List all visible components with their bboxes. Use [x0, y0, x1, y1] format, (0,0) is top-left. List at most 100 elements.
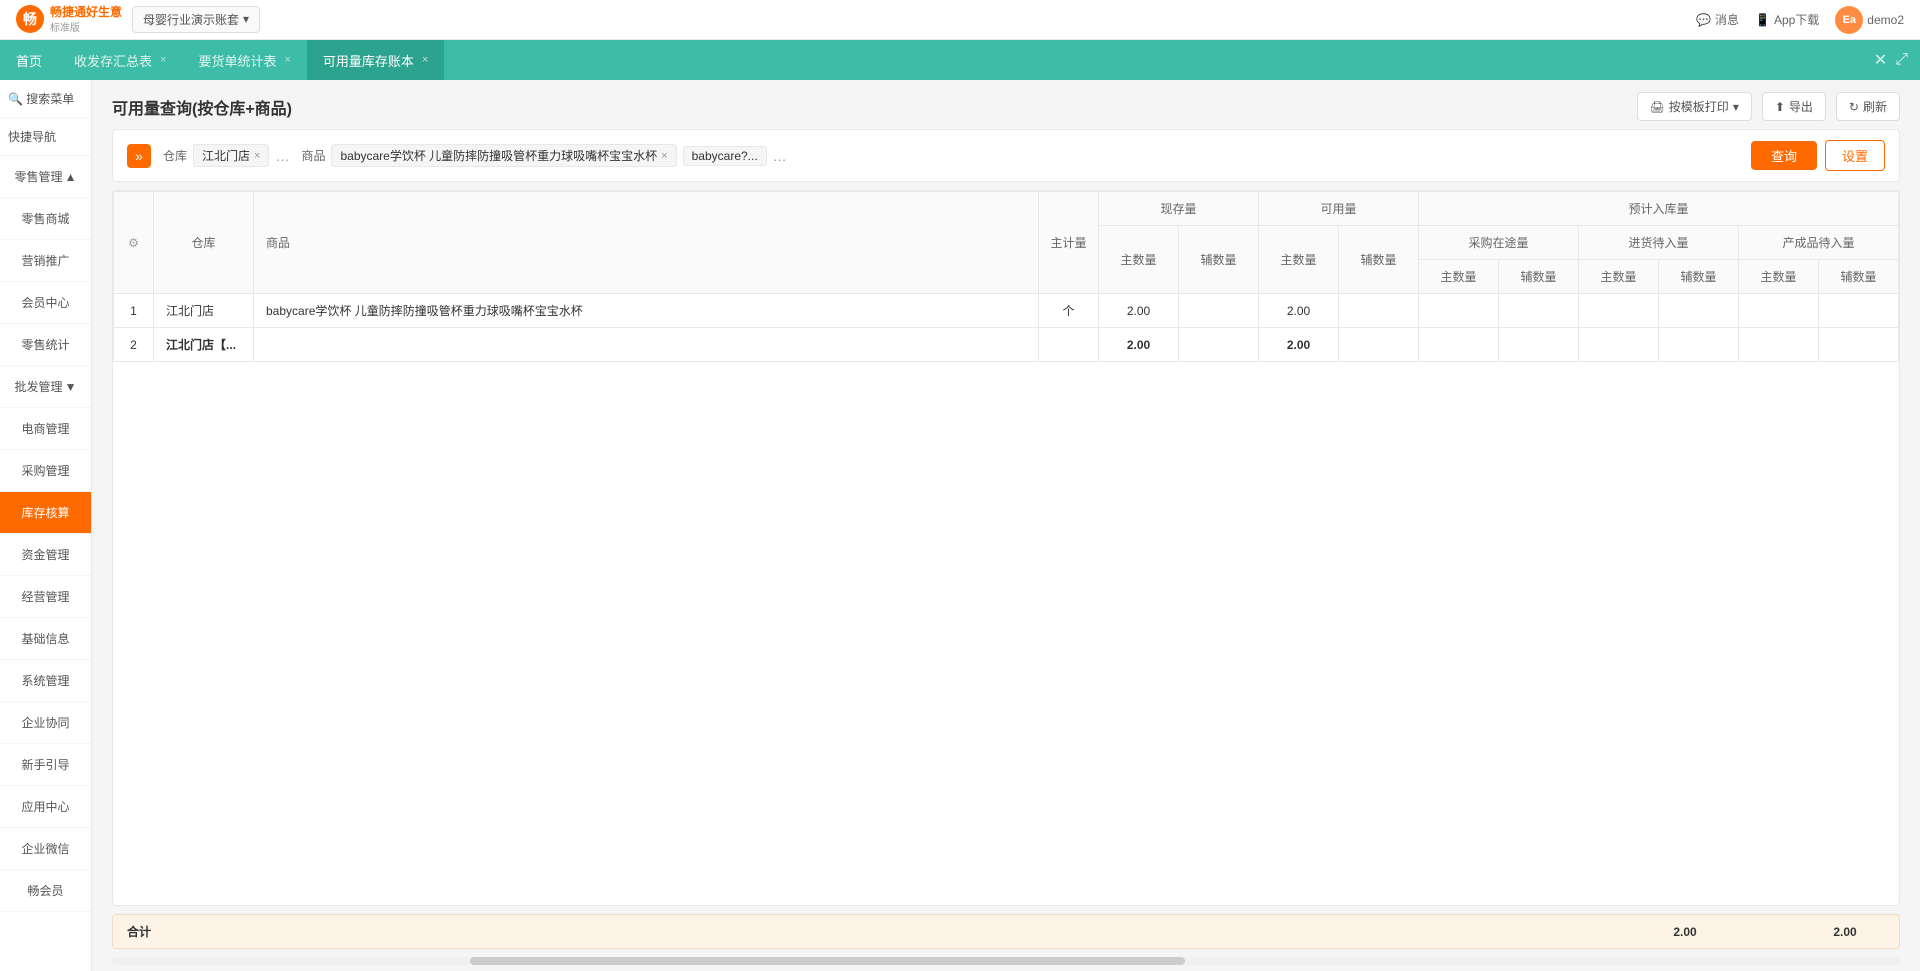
- sidebar-item-basic-info[interactable]: 基础信息: [0, 618, 91, 660]
- logo-icon: 畅: [16, 5, 44, 33]
- sidebar-item-purchase-mgmt[interactable]: 采购管理: [0, 450, 91, 492]
- data-table: ⚙ 仓库 商品 主计量 现存量 可用量 预计入库量 主数量 辅数量 主数量 辅数…: [113, 191, 1899, 362]
- template-print-btn[interactable]: 🖨 按模板打印 ▾: [1637, 92, 1752, 121]
- tab-receive-summary-label: 收发存汇总表: [74, 51, 152, 70]
- message-label: 消息: [1715, 11, 1739, 28]
- row1-available-aux: [1339, 294, 1419, 328]
- sidebar-item-inventory-check[interactable]: 库存核算: [0, 492, 91, 534]
- table-row: 2 江北门店【... 2.00 2.00: [114, 328, 1899, 362]
- sidebar-item-marketing-label: 营销推广: [21, 254, 69, 268]
- th-purchase-transit: 采购在途量: [1419, 226, 1579, 260]
- table-row: 1 江北门店 babycare学饮杯 儿童防摔防撞吸管杯重力球吸嘴杯宝宝水杯 个…: [114, 294, 1899, 328]
- chevron-down-icon: ▼: [65, 380, 77, 394]
- query-btn[interactable]: 查询: [1751, 141, 1817, 170]
- search-icon: 🔍: [8, 92, 23, 106]
- sidebar-item-member-center[interactable]: 会员中心: [0, 282, 91, 324]
- sidebar-item-enterprise-coop-label: 企业协同: [21, 716, 69, 730]
- th-inbound-pending-aux: 辅数量: [1659, 260, 1739, 294]
- industry-selector[interactable]: 母婴行业演示账套 ▾: [132, 6, 260, 33]
- sidebar-item-ops-mgmt[interactable]: 经营管理: [0, 576, 91, 618]
- goods-tag-2-value: babycare?...: [692, 149, 758, 163]
- warehouse-tag-remove[interactable]: ×: [254, 150, 260, 162]
- sidebar-item-purchase-mgmt-label: 采购管理: [21, 464, 69, 478]
- warehouse-filter-label: 仓库: [163, 147, 187, 164]
- sidebar-item-wholesale-mgmt-label: 批发管理: [15, 378, 63, 395]
- sidebar-item-ecommerce-mgmt-label: 电商管理: [21, 422, 69, 436]
- sidebar-item-finance-mgmt[interactable]: 资金管理: [0, 534, 91, 576]
- export-btn[interactable]: ⬆ 导出: [1762, 92, 1826, 121]
- message-btn[interactable]: 💬 消息: [1696, 11, 1739, 28]
- th-current-aux-qty: 辅数量: [1179, 226, 1259, 294]
- sidebar-item-retail-mgmt[interactable]: 零售管理 ▲: [0, 156, 91, 198]
- nav-tabs: 首页 收发存汇总表 × 要货单统计表 × 可用量库存账本 × ✕ ⤢: [0, 40, 1920, 80]
- row1-finished-pending-aux: [1819, 294, 1899, 328]
- tab-available-stock-close[interactable]: ×: [422, 54, 428, 66]
- industry-label: 母婴行业演示账套: [143, 11, 239, 28]
- sidebar-item-wholesale-mgmt[interactable]: 批发管理 ▼: [0, 366, 91, 408]
- tab-available-stock[interactable]: 可用量库存账本 ×: [307, 40, 444, 80]
- main-layout: 🔍 搜索菜单 快捷导航 零售管理 ▲ 零售商城 营销推广 会员中心 零售统计 批…: [0, 80, 1920, 971]
- maximize-window-btn[interactable]: ⤢: [1895, 51, 1908, 69]
- goods-tag-2[interactable]: babycare?...: [683, 146, 767, 166]
- sidebar-item-marketing[interactable]: 营销推广: [0, 240, 91, 282]
- tab-receive-summary[interactable]: 收发存汇总表 ×: [58, 40, 182, 80]
- close-window-btn[interactable]: ✕: [1874, 50, 1887, 70]
- refresh-label: 刷新: [1863, 98, 1887, 115]
- th-finished-pending: 产成品待入量: [1739, 226, 1899, 260]
- sidebar-item-enterprise-coop[interactable]: 企业协同: [0, 702, 91, 744]
- sidebar-item-retail-stats-label: 零售统计: [21, 338, 69, 352]
- template-print-label: 按模板打印: [1669, 98, 1729, 115]
- sidebar-item-new-guide-label: 新手引导: [21, 758, 69, 772]
- refresh-btn[interactable]: ↻ 刷新: [1836, 92, 1900, 121]
- sidebar-item-member[interactable]: 畅会员: [0, 870, 91, 912]
- setting-btn[interactable]: 设置: [1825, 140, 1885, 171]
- sidebar-quick-nav[interactable]: 快捷导航: [0, 118, 91, 156]
- sidebar-item-system-mgmt[interactable]: 系统管理: [0, 660, 91, 702]
- sidebar-item-retail-stats[interactable]: 零售统计: [0, 324, 91, 366]
- th-main-unit: 主计量: [1039, 192, 1099, 294]
- tab-order-stats[interactable]: 要货单统计表 ×: [182, 40, 306, 80]
- top-bar: 畅 畅捷通好生意 标准版 母婴行业演示账套 ▾ 💬 消息 📱 App下载 Ea …: [0, 0, 1920, 40]
- row2-goods: [254, 328, 1039, 362]
- refresh-icon: ↻: [1849, 100, 1859, 114]
- tab-home[interactable]: 首页: [0, 40, 58, 80]
- tab-home-label: 首页: [16, 51, 42, 70]
- th-purchase-transit-aux: 辅数量: [1499, 260, 1579, 294]
- top-bar-right: 💬 消息 📱 App下载 Ea demo2: [1696, 6, 1904, 34]
- sidebar-item-app-center[interactable]: 应用中心: [0, 786, 91, 828]
- tab-order-stats-close[interactable]: ×: [284, 54, 290, 66]
- row1-purchase-transit-aux: [1499, 294, 1579, 328]
- scroll-bar-thumb[interactable]: [470, 957, 1185, 965]
- sidebar-item-new-guide[interactable]: 新手引导: [0, 744, 91, 786]
- warehouse-more-btn[interactable]: …: [275, 148, 289, 164]
- summary-available-main: 2.00: [1805, 925, 1885, 939]
- goods-more-btn[interactable]: …: [773, 148, 787, 164]
- filter-expand-btn[interactable]: »: [127, 144, 151, 168]
- row2-warehouse: 江北门店【...: [154, 328, 254, 362]
- logo-text-group: 畅捷通好生意 标准版: [50, 5, 122, 34]
- sidebar-search-label: 搜索菜单: [26, 92, 74, 106]
- user-profile[interactable]: Ea demo2: [1835, 6, 1904, 34]
- sidebar-item-app-center-label: 应用中心: [21, 800, 69, 814]
- tab-receive-summary-close[interactable]: ×: [160, 54, 166, 66]
- goods-tag-1[interactable]: babycare学饮杯 儿童防摔防撞吸管杯重力球吸嘴杯宝宝水杯 ×: [331, 144, 676, 167]
- sidebar-item-system-mgmt-label: 系统管理: [21, 674, 69, 688]
- summary-bar: 合计 2.00 2.00: [112, 914, 1900, 949]
- goods-tag-1-remove[interactable]: ×: [661, 150, 667, 162]
- th-current-stock: 现存量: [1099, 192, 1259, 226]
- sidebar-item-ecommerce-mgmt[interactable]: 电商管理: [0, 408, 91, 450]
- user-name: demo2: [1867, 13, 1904, 27]
- logo-area: 畅 畅捷通好生意 标准版: [16, 5, 122, 34]
- sidebar-item-retail-mall[interactable]: 零售商城: [0, 198, 91, 240]
- row1-available-main: 2.00: [1259, 294, 1339, 328]
- sidebar-search[interactable]: 🔍 搜索菜单: [0, 80, 91, 118]
- sidebar-item-enterprise-wechat-label: 企业微信: [21, 842, 69, 856]
- warehouse-tag[interactable]: 江北门店 ×: [193, 144, 269, 167]
- app-download-btn[interactable]: 📱 App下载: [1755, 11, 1819, 28]
- sidebar-item-ops-mgmt-label: 经营管理: [21, 590, 69, 604]
- sidebar-item-enterprise-wechat[interactable]: 企业微信: [0, 828, 91, 870]
- row1-current-main: 2.00: [1099, 294, 1179, 328]
- print-icon: 🖨: [1650, 100, 1665, 114]
- scroll-bar-area[interactable]: [112, 957, 1900, 965]
- th-settings[interactable]: ⚙: [114, 192, 154, 294]
